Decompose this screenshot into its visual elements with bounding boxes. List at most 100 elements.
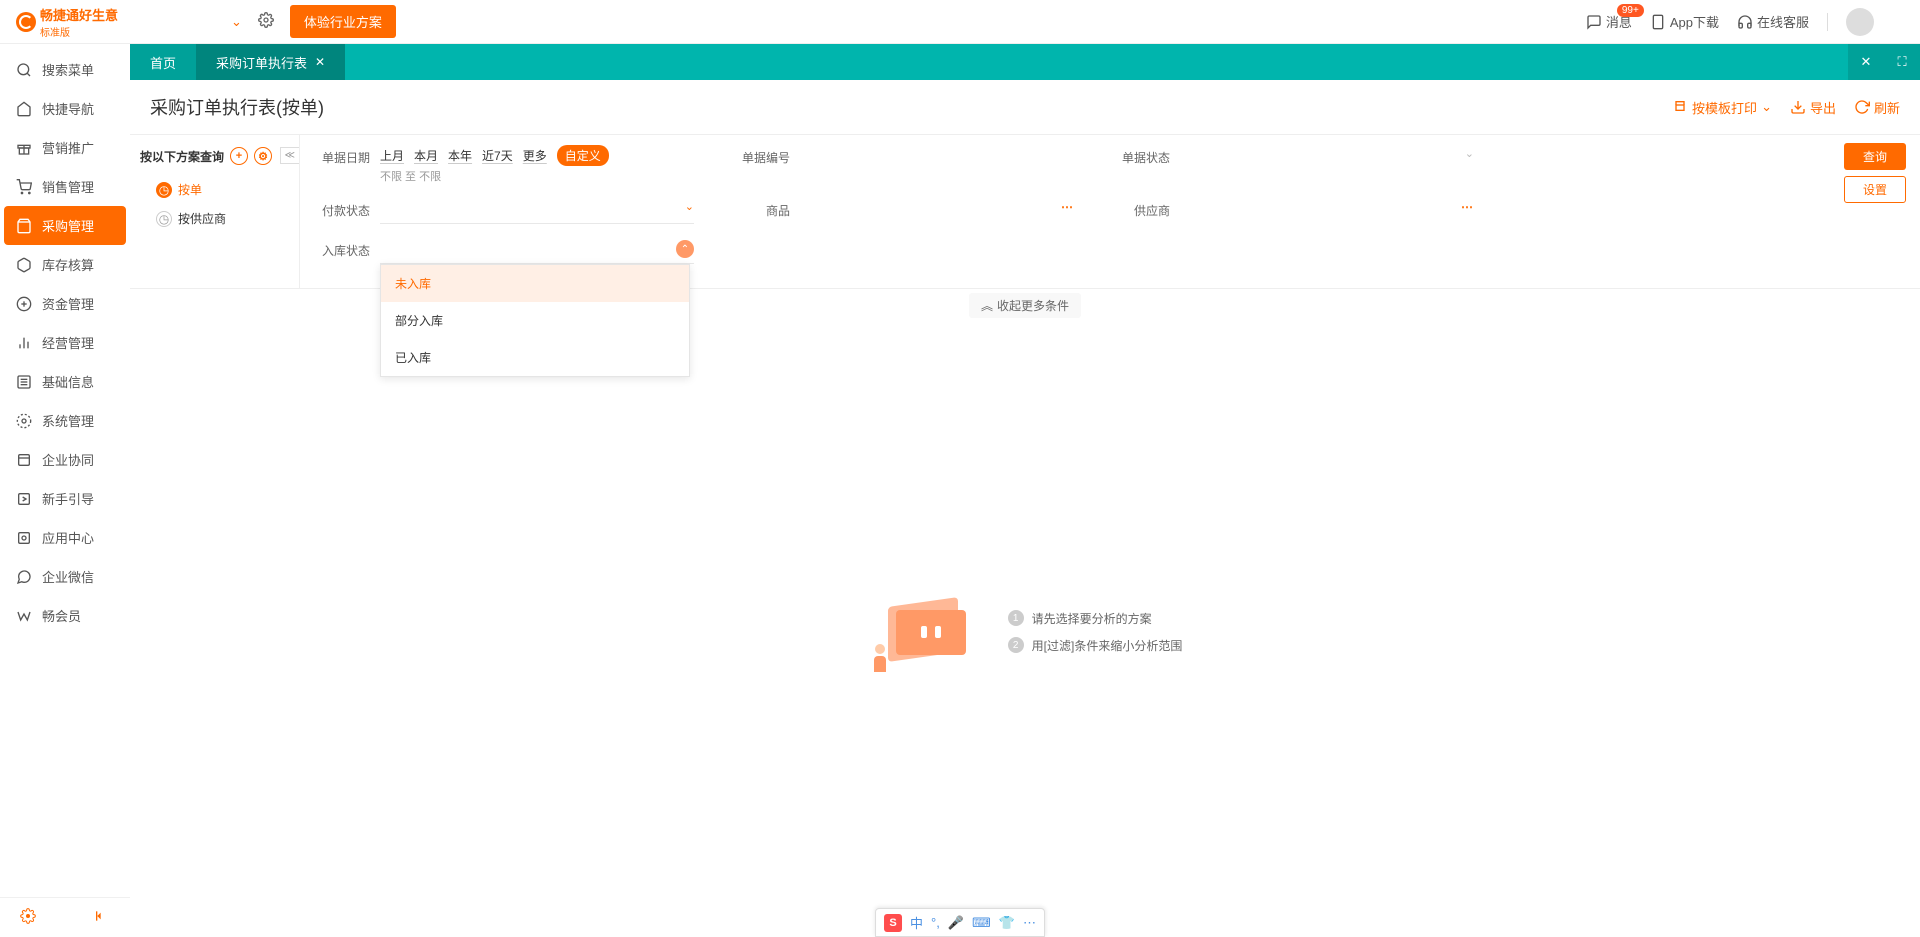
gear-icon[interactable] <box>254 8 278 35</box>
top-right-tools: 消息 99+ App下载 在线客服 <box>1586 8 1904 36</box>
dropdown-item-not-stocked[interactable]: 未入库 <box>381 265 689 302</box>
org-select[interactable] <box>166 12 231 31</box>
settings-button[interactable]: 设置 <box>1844 176 1906 203</box>
close-icon[interactable]: ✕ <box>315 55 325 69</box>
online-service-link[interactable]: 在线客服 <box>1737 12 1809 31</box>
sidebar-item-sales[interactable]: 销售管理 <box>0 167 130 206</box>
filter-area: 按以下方案查询 + ⚙ ≪ ◷ 按单 ◷ 按供应商 <box>130 135 1920 289</box>
date-range[interactable]: 不限 至 不限 <box>380 168 694 184</box>
export-button[interactable]: 导出 <box>1790 98 1836 117</box>
ime-punct-toggle[interactable]: °, <box>931 915 940 930</box>
query-button[interactable]: 查询 <box>1844 143 1906 170</box>
hint-number-icon: 1 <box>1008 610 1024 626</box>
scheme-by-supplier[interactable]: ◷ 按供应商 <box>140 204 289 233</box>
collapse-label: 收起更多条件 <box>997 297 1069 314</box>
settings-icon[interactable] <box>20 908 36 927</box>
ime-skin-icon[interactable]: 👕 <box>999 915 1015 931</box>
date-opt-custom[interactable]: 自定义 <box>557 145 609 166</box>
sidebar-item-inventory[interactable]: 库存核算 <box>0 245 130 284</box>
chevron-down-icon[interactable]: ⌄ <box>231 14 242 30</box>
export-icon <box>1790 99 1806 115</box>
collapse-icon[interactable] <box>94 908 110 927</box>
sidebar-item-system[interactable]: 系统管理 <box>0 401 130 440</box>
empty-illustration <box>868 582 988 682</box>
dropdown-item-stocked[interactable]: 已入库 <box>381 339 689 376</box>
industry-experience-button[interactable]: 体验行业方案 <box>290 5 396 38</box>
pay-status-select[interactable] <box>380 198 694 221</box>
gift-icon <box>16 140 32 156</box>
apps-icon <box>16 530 32 546</box>
sidebar-item-operations[interactable]: 经营管理 <box>0 323 130 362</box>
sidebar-item-guide[interactable]: 新手引导 <box>0 479 130 518</box>
supplier-input[interactable] <box>1180 198 1474 221</box>
more-icon[interactable]: ⋯ <box>1461 200 1474 214</box>
refresh-button[interactable]: 刷新 <box>1854 98 1900 117</box>
ime-lang-toggle[interactable]: 中 <box>910 913 923 932</box>
bag-icon <box>16 218 32 234</box>
goods-input[interactable] <box>800 198 1074 221</box>
filter-scheme-label: 按以下方案查询 <box>140 148 224 165</box>
filter-label: 付款状态 <box>314 198 370 219</box>
print-button[interactable]: 按模板打印 ⌄ <box>1672 98 1772 117</box>
sidebar-item-label: 企业协同 <box>42 450 94 469</box>
sogou-logo-icon[interactable]: S <box>884 914 902 932</box>
user-menu[interactable] <box>1846 8 1904 36</box>
stock-status-select[interactable] <box>380 238 694 261</box>
tab-controls: ✕ ⛶ <box>1848 44 1920 80</box>
doc-status-select[interactable] <box>1180 145 1474 168</box>
sidebar-item-basic[interactable]: 基础信息 <box>0 362 130 401</box>
sidebar-item-finance[interactable]: 资金管理 <box>0 284 130 323</box>
refresh-label: 刷新 <box>1874 98 1900 117</box>
tab-close-all-button[interactable]: ✕ <box>1848 44 1884 80</box>
sidebar-item-label: 畅会员 <box>42 606 81 625</box>
chevron-up-icon[interactable]: ⌃ <box>676 240 694 258</box>
hint-row: 2 用[过滤]条件来缩小分析范围 <box>1008 637 1183 654</box>
tab-bar: 首页 采购订单执行表 ✕ ✕ ⛶ <box>130 44 1920 80</box>
sidebar-item-wechat[interactable]: 企业微信 <box>0 557 130 596</box>
app-download-link[interactable]: App下载 <box>1650 12 1719 31</box>
chevron-down-icon[interactable]: ⌄ <box>685 200 694 213</box>
filter-label: 商品 <box>734 198 790 219</box>
ime-more-icon[interactable]: ⋯ <box>1023 915 1036 931</box>
filter-stock-status: 入库状态 ⌃ 未入库 部分入库 已入库 <box>314 238 694 264</box>
scheme-active-icon: ◷ <box>156 182 172 198</box>
sidebar-menu: 搜索菜单 快捷导航 营销推广 销售管理 采购管理 库存核算 资金管理 经营管理 … <box>0 44 130 897</box>
add-scheme-button[interactable]: + <box>230 147 248 165</box>
sidebar-item-collab[interactable]: 企业协同 <box>0 440 130 479</box>
chevron-down-icon[interactable]: ⌄ <box>1465 147 1474 160</box>
dropdown-item-partial[interactable]: 部分入库 <box>381 302 689 339</box>
sidebar-footer <box>0 897 130 937</box>
ime-mic-icon[interactable]: 🎤 <box>948 915 964 931</box>
sidebar-item-label: 企业微信 <box>42 567 94 586</box>
doc-no-input[interactable] <box>800 145 1074 168</box>
print-icon <box>1672 99 1688 115</box>
tab-purchase-report[interactable]: 采购订单执行表 ✕ <box>196 44 345 80</box>
sidebar-item-quicknav[interactable]: 快捷导航 <box>0 89 130 128</box>
sidebar-item-purchase[interactable]: 采购管理 <box>4 206 126 245</box>
collapse-conditions-button[interactable]: ︽ 收起更多条件 <box>969 293 1081 318</box>
sidebar-item-search[interactable]: 搜索菜单 <box>0 50 130 89</box>
tab-fullscreen-button[interactable]: ⛶ <box>1884 44 1920 80</box>
date-opt-thismonth[interactable]: 本月 <box>414 147 438 164</box>
scheme-by-order[interactable]: ◷ 按单 <box>140 175 289 204</box>
logo-area: 畅捷通好生意 标准版 <box>16 5 136 39</box>
sidebar-item-label: 应用中心 <box>42 528 94 547</box>
messages-link[interactable]: 消息 99+ <box>1586 12 1632 31</box>
ime-keyboard-icon[interactable]: ⌨ <box>972 915 991 931</box>
date-opt-more[interactable]: 更多 <box>523 147 547 164</box>
sidebar-item-apps[interactable]: 应用中心 <box>0 518 130 557</box>
page-header: 采购订单执行表(按单) 按模板打印 ⌄ 导出 刷新 <box>130 80 1920 135</box>
sidebar-item-vip[interactable]: 畅会员 <box>0 596 130 635</box>
ime-toolbar[interactable]: S 中 °, 🎤 ⌨ 👕 ⋯ <box>875 908 1045 937</box>
sidebar-item-label: 资金管理 <box>42 294 94 313</box>
date-opt-thisyear[interactable]: 本年 <box>448 147 472 164</box>
tab-home[interactable]: 首页 <box>130 44 196 80</box>
date-opt-7days[interactable]: 近7天 <box>482 147 513 164</box>
date-opt-lastmonth[interactable]: 上月 <box>380 147 404 164</box>
more-icon[interactable]: ⋯ <box>1061 200 1074 214</box>
scheme-settings-button[interactable]: ⚙ <box>254 147 272 165</box>
main-area: 首页 采购订单执行表 ✕ ✕ ⛶ 采购订单执行表(按单) 按模板打印 ⌄ <box>130 44 1920 937</box>
collapse-panel-button[interactable]: ≪ <box>280 147 299 164</box>
empty-state: 1 请先选择要分析的方案 2 用[过滤]条件来缩小分析范围 <box>130 326 1920 937</box>
sidebar-item-marketing[interactable]: 营销推广 <box>0 128 130 167</box>
